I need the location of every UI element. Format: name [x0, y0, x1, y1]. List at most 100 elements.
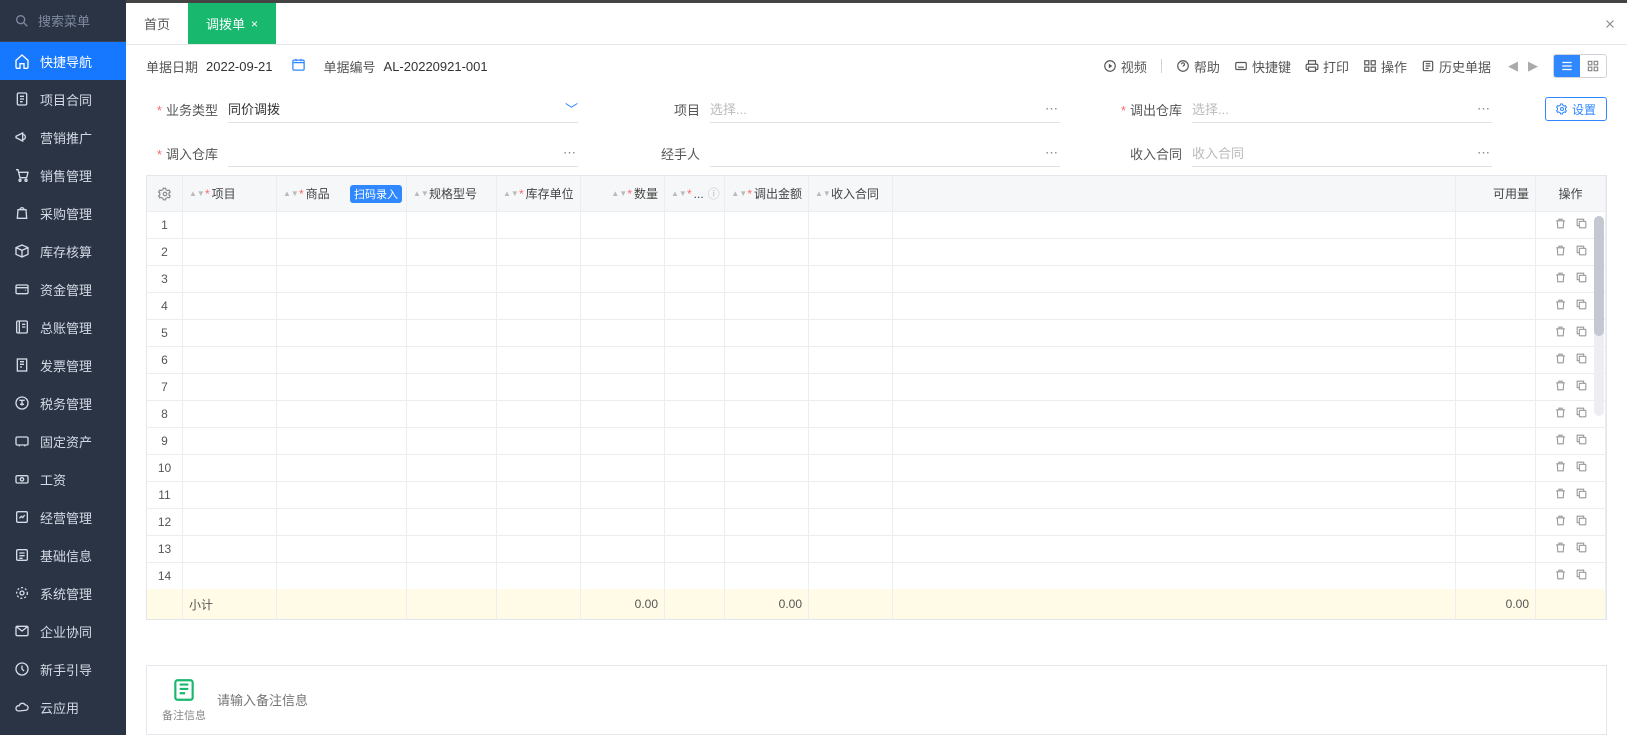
table-row[interactable]: 13: [147, 536, 1606, 563]
sidebar-item-13[interactable]: 基础信息: [0, 536, 126, 574]
table-row[interactable]: 4: [147, 293, 1606, 320]
delete-row-button[interactable]: [1554, 379, 1567, 395]
delete-row-button[interactable]: [1554, 433, 1567, 449]
copy-row-button[interactable]: [1575, 541, 1588, 557]
settings-button[interactable]: 设置: [1545, 97, 1607, 121]
sidebar-item-3[interactable]: 销售管理: [0, 156, 126, 194]
table-row[interactable]: 5: [147, 320, 1606, 347]
sidebar-item-2[interactable]: 营销推广: [0, 118, 126, 156]
sidebar-item-6[interactable]: 资金管理: [0, 270, 126, 308]
help-button[interactable]: 帮助: [1161, 57, 1220, 76]
table-row[interactable]: 10: [147, 455, 1606, 482]
remark-input[interactable]: [207, 684, 1592, 716]
sidebar-item-5[interactable]: 库存核算: [0, 232, 126, 270]
more-icon[interactable]: ⋯: [1045, 145, 1060, 161]
table-row[interactable]: 1: [147, 212, 1606, 239]
sidebar-item-1[interactable]: 项目合同: [0, 80, 126, 118]
sidebar-item-0[interactable]: 快捷导航: [0, 42, 126, 80]
data-grid[interactable]: ▲▼项目 ▲▼商品扫码录入 ▲▼规格型号 ▲▼库存单位 ▲▼数量 ▲▼...ⓘ …: [146, 175, 1607, 620]
table-row[interactable]: 3: [147, 266, 1606, 293]
delete-row-button[interactable]: [1554, 460, 1567, 476]
copy-row-button[interactable]: [1575, 217, 1588, 233]
copy-row-button[interactable]: [1575, 298, 1588, 314]
close-icon[interactable]: ×: [251, 17, 258, 31]
sidebar-item-12[interactable]: 经营管理: [0, 498, 126, 536]
delete-row-button[interactable]: [1554, 298, 1567, 314]
col-spec[interactable]: ▲▼规格型号: [407, 176, 497, 212]
income-contract-select[interactable]: 收入合同 ⋯: [1192, 139, 1492, 167]
more-icon[interactable]: ⋯: [1477, 145, 1492, 161]
actions-button[interactable]: 操作: [1363, 57, 1407, 76]
sidebar-search[interactable]: 搜索菜单: [0, 0, 126, 42]
table-row[interactable]: 12: [147, 509, 1606, 536]
project-select[interactable]: 选择... ⋯: [710, 95, 1060, 123]
table-row[interactable]: 7: [147, 374, 1606, 401]
more-icon[interactable]: ⋯: [1045, 101, 1060, 117]
sidebar-item-7[interactable]: 总账管理: [0, 308, 126, 346]
delete-row-button[interactable]: [1554, 352, 1567, 368]
delete-row-button[interactable]: [1554, 487, 1567, 503]
scan-entry-button[interactable]: 扫码录入: [350, 185, 402, 203]
delete-row-button[interactable]: [1554, 541, 1567, 557]
table-row[interactable]: 2: [147, 239, 1606, 266]
more-icon[interactable]: ⋯: [1477, 101, 1492, 117]
video-button[interactable]: 视频: [1103, 57, 1147, 76]
delete-row-button[interactable]: [1554, 568, 1567, 584]
print-button[interactable]: 打印: [1305, 57, 1349, 76]
chevron-down-icon[interactable]: ﹀: [565, 99, 578, 118]
column-settings[interactable]: [147, 176, 183, 212]
sidebar-item-4[interactable]: 采购管理: [0, 194, 126, 232]
sidebar-item-14[interactable]: 系统管理: [0, 574, 126, 612]
list-view-button[interactable]: [1554, 55, 1580, 77]
out-warehouse-select[interactable]: 选择... ⋯: [1192, 95, 1492, 123]
delete-row-button[interactable]: [1554, 244, 1567, 260]
prev-record-button[interactable]: ◀: [1503, 55, 1523, 77]
table-row[interactable]: 6: [147, 347, 1606, 374]
sidebar-item-11[interactable]: 工资: [0, 460, 126, 498]
hotkey-button[interactable]: 快捷键: [1234, 57, 1291, 76]
sidebar-item-9[interactable]: 税务管理: [0, 384, 126, 422]
col-item[interactable]: ▲▼商品扫码录入: [277, 176, 407, 212]
col-more[interactable]: ▲▼...ⓘ: [665, 176, 725, 212]
history-button[interactable]: 历史单据: [1421, 57, 1491, 76]
card-view-button[interactable]: [1580, 55, 1606, 77]
col-qty[interactable]: ▲▼数量: [581, 176, 665, 212]
handler-select[interactable]: ⋯: [710, 139, 1060, 167]
col-project[interactable]: ▲▼项目: [183, 176, 277, 212]
date-value[interactable]: 2022-09-21: [206, 59, 273, 74]
delete-row-button[interactable]: [1554, 271, 1567, 287]
copy-row-button[interactable]: [1575, 406, 1588, 422]
copy-row-button[interactable]: [1575, 487, 1588, 503]
table-row[interactable]: 14: [147, 563, 1606, 590]
sidebar-item-15[interactable]: 企业协同: [0, 612, 126, 650]
col-out-amount[interactable]: ▲▼调出金额: [725, 176, 809, 212]
calendar-icon[interactable]: [291, 57, 306, 75]
in-warehouse-select[interactable]: ⋯: [228, 139, 578, 167]
biztype-select[interactable]: 同价调拨 ﹀: [228, 95, 578, 123]
copy-row-button[interactable]: [1575, 568, 1588, 584]
copy-row-button[interactable]: [1575, 352, 1588, 368]
sidebar-item-16[interactable]: 新手引导: [0, 650, 126, 688]
sidebar-item-8[interactable]: 发票管理: [0, 346, 126, 384]
sidebar-item-17[interactable]: 云应用: [0, 688, 126, 726]
copy-row-button[interactable]: [1575, 514, 1588, 530]
table-row[interactable]: 11: [147, 482, 1606, 509]
delete-row-button[interactable]: [1554, 406, 1567, 422]
more-icon[interactable]: ⋯: [563, 145, 578, 161]
copy-row-button[interactable]: [1575, 325, 1588, 341]
table-row[interactable]: 8: [147, 401, 1606, 428]
tab-allocation[interactable]: 调拨单×: [188, 3, 276, 44]
col-available[interactable]: 可用量: [1456, 176, 1536, 212]
table-row[interactable]: 9: [147, 428, 1606, 455]
col-unit[interactable]: ▲▼库存单位: [497, 176, 581, 212]
copy-row-button[interactable]: [1575, 433, 1588, 449]
help-icon[interactable]: ⓘ: [708, 185, 720, 202]
tab-home[interactable]: 首页: [126, 3, 188, 44]
sidebar-item-10[interactable]: 固定资产: [0, 422, 126, 460]
delete-row-button[interactable]: [1554, 325, 1567, 341]
copy-row-button[interactable]: [1575, 244, 1588, 260]
tabs-close-all[interactable]: [1603, 3, 1617, 45]
delete-row-button[interactable]: [1554, 514, 1567, 530]
delete-row-button[interactable]: [1554, 217, 1567, 233]
copy-row-button[interactable]: [1575, 460, 1588, 476]
